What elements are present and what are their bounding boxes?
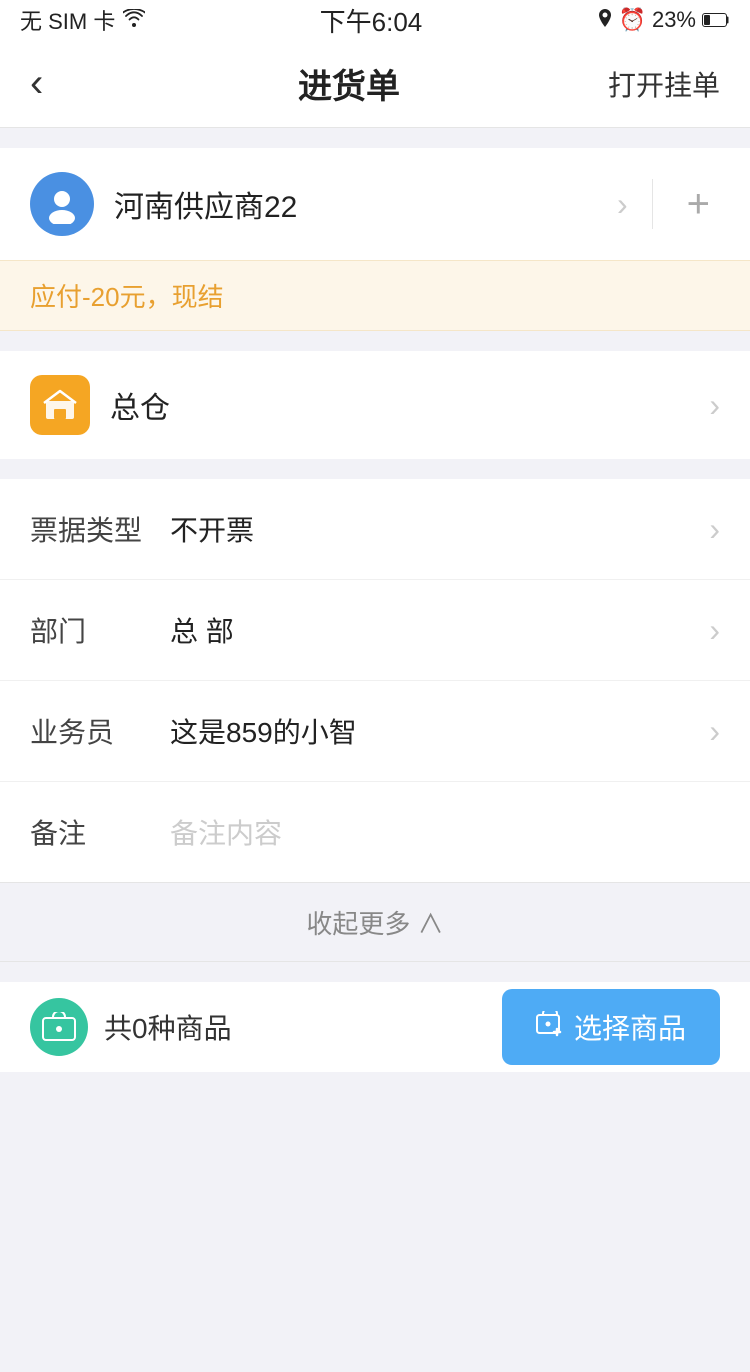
supplier-chevron-icon: ›	[617, 186, 628, 223]
notice-bar: 应付-20元，现结	[0, 260, 750, 331]
collapse-label: 收起更多 ∧	[306, 904, 443, 941]
section-gap-3	[0, 459, 750, 479]
dept-label: 部门	[30, 610, 150, 650]
collapse-button[interactable]: 收起更多 ∧	[0, 882, 750, 962]
status-right: ⏰ 23%	[597, 7, 730, 33]
select-btn-icon	[536, 1011, 564, 1044]
remark-label: 备注	[30, 812, 150, 852]
location-icon	[597, 7, 613, 33]
warehouse-row[interactable]: 总仓 ›	[0, 351, 750, 459]
form-section: 票据类型 不开票 › 部门 总 部 › 业务员 这是859的小智 › 备注 备注…	[0, 479, 750, 882]
dept-chevron-icon: ›	[709, 612, 720, 649]
section-gap-1	[0, 128, 750, 148]
salesman-row[interactable]: 业务员 这是859的小智 ›	[0, 681, 750, 782]
wifi-icon	[123, 7, 145, 33]
status-bar: 无 SIM 卡 下午6:04 ⏰ 23%	[0, 0, 750, 40]
product-icon	[30, 998, 88, 1056]
section-gap-2	[0, 331, 750, 351]
page-title: 进货单	[298, 59, 400, 108]
invoice-value: 不开票	[170, 509, 709, 549]
battery-icon	[702, 7, 730, 33]
nav-bar: ‹ 进货单 打开挂单	[0, 40, 750, 128]
supplier-row[interactable]: 河南供应商22 › +	[0, 148, 750, 260]
status-time: 下午6:04	[320, 2, 423, 39]
carrier-label: 无 SIM 卡	[20, 4, 115, 36]
dept-value: 总 部	[170, 610, 709, 650]
status-left: 无 SIM 卡	[20, 4, 145, 36]
product-count-label: 共0种商品	[104, 1007, 502, 1047]
supplier-name: 河南供应商22	[114, 182, 617, 226]
open-pending-button[interactable]: 打开挂单	[608, 64, 720, 104]
salesman-value: 这是859的小智	[170, 711, 709, 751]
remark-row[interactable]: 备注 备注内容	[0, 782, 750, 882]
gray-fill-area	[0, 1072, 750, 1372]
dept-row[interactable]: 部门 总 部 ›	[0, 580, 750, 681]
invoice-row[interactable]: 票据类型 不开票 ›	[0, 479, 750, 580]
back-button[interactable]: ‹	[30, 61, 90, 106]
salesman-label: 业务员	[30, 711, 150, 751]
invoice-chevron-icon: ›	[709, 511, 720, 548]
salesman-chevron-icon: ›	[709, 713, 720, 750]
warehouse-section: 总仓 ›	[0, 351, 750, 459]
warehouse-chevron-icon: ›	[709, 387, 720, 424]
invoice-label: 票据类型	[30, 509, 150, 549]
battery-label: 23%	[652, 7, 696, 33]
add-supplier-button[interactable]: +	[677, 182, 720, 227]
supplier-section: 河南供应商22 › + 应付-20元，现结	[0, 148, 750, 331]
select-btn-label: 选择商品	[574, 1007, 686, 1047]
select-product-button[interactable]: 选择商品	[502, 989, 720, 1065]
warehouse-icon	[30, 375, 90, 435]
alarm-icon: ⏰	[619, 7, 646, 33]
section-gap-4	[0, 962, 750, 982]
warehouse-name: 总仓	[110, 383, 709, 427]
bottom-bar: 共0种商品 选择商品	[0, 982, 750, 1072]
remark-input[interactable]: 备注内容	[170, 812, 720, 852]
supplier-avatar	[30, 172, 94, 236]
vertical-divider	[652, 179, 653, 229]
